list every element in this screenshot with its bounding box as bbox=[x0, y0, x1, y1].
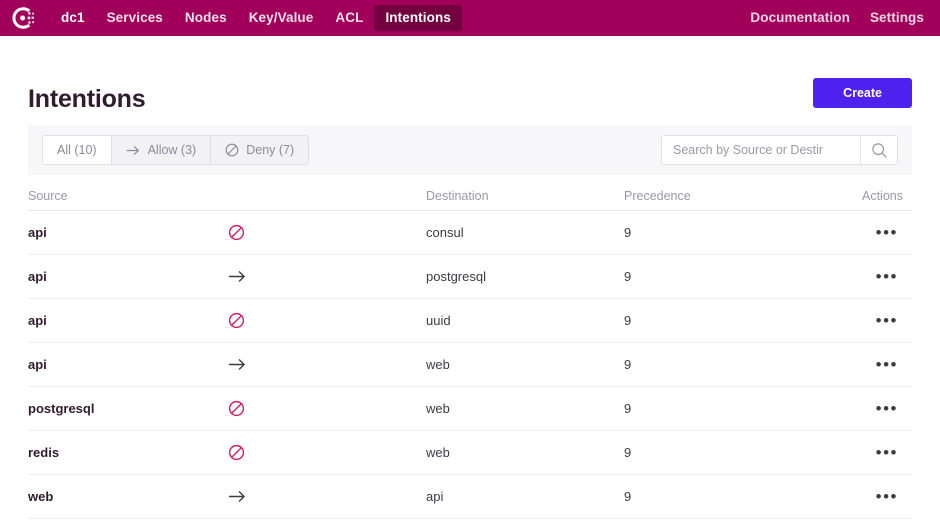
cell-intention-action bbox=[228, 224, 426, 241]
filter-tab-allow[interactable]: Allow (3) bbox=[112, 136, 212, 164]
filter-bar: All (10) Allow (3) Deny (7) bbox=[28, 125, 912, 175]
nav-item-documentation[interactable]: Documentation bbox=[740, 5, 860, 31]
filter-tab-allow-label: Allow (3) bbox=[147, 143, 197, 157]
search-icon bbox=[871, 142, 887, 158]
deny-icon bbox=[225, 143, 239, 157]
deny-icon bbox=[228, 312, 245, 329]
table-row[interactable]: web api 9 ••• bbox=[28, 475, 912, 519]
more-horizontal-icon[interactable]: ••• bbox=[874, 488, 900, 506]
cell-actions: ••• bbox=[862, 488, 912, 506]
consul-logo-icon[interactable] bbox=[10, 5, 36, 31]
nav-item-key-value[interactable]: Key/Value bbox=[238, 5, 325, 31]
table-row[interactable]: api web 9 ••• bbox=[28, 343, 912, 387]
cell-destination: uuid bbox=[426, 313, 451, 328]
page-title: Intentions bbox=[28, 85, 146, 113]
cell-source: web bbox=[28, 489, 54, 504]
column-header-destination: Destination bbox=[426, 188, 489, 203]
arrow-right-icon bbox=[125, 145, 139, 155]
cell-source: api bbox=[28, 313, 47, 328]
cell-source: api bbox=[28, 225, 47, 240]
table-row[interactable]: api consul 9 ••• bbox=[28, 211, 912, 255]
nav-item-dc1[interactable]: dc1 bbox=[50, 5, 96, 31]
search-input[interactable] bbox=[662, 136, 860, 164]
deny-icon bbox=[228, 444, 245, 461]
column-header-actions: Actions bbox=[862, 188, 903, 203]
cell-intention-action bbox=[228, 269, 426, 284]
cell-precedence: 9 bbox=[624, 445, 632, 460]
search-container bbox=[661, 135, 898, 165]
table-row[interactable]: api postgresql 9 ••• bbox=[28, 255, 912, 299]
arrow-right-icon bbox=[228, 491, 245, 502]
cell-source: api bbox=[28, 357, 47, 372]
cell-source: postgresql bbox=[28, 401, 95, 416]
cell-source: redis bbox=[28, 445, 60, 460]
cell-destination: consul bbox=[426, 225, 464, 240]
more-horizontal-icon[interactable]: ••• bbox=[874, 400, 900, 418]
cell-actions: ••• bbox=[862, 400, 912, 418]
column-header-source: Source bbox=[28, 188, 68, 203]
intention-filter-tabs: All (10) Allow (3) Deny (7) bbox=[42, 135, 310, 165]
page-container: Intentions Create All (10) Allow (3) Den… bbox=[0, 36, 940, 519]
table-row[interactable]: redis web 9 ••• bbox=[28, 431, 912, 475]
cell-precedence: 9 bbox=[624, 489, 632, 504]
search-button[interactable] bbox=[860, 136, 897, 164]
cell-intention-action bbox=[228, 312, 426, 329]
cell-intention-action bbox=[228, 400, 426, 417]
cell-destination: web bbox=[426, 357, 450, 372]
cell-precedence: 9 bbox=[624, 357, 632, 372]
more-horizontal-icon[interactable]: ••• bbox=[874, 224, 900, 242]
filter-tab-all[interactable]: All (10) bbox=[43, 136, 112, 164]
cell-destination: api bbox=[426, 489, 444, 504]
nav-item-services[interactable]: Services bbox=[96, 5, 174, 31]
nav-item-intentions[interactable]: Intentions bbox=[374, 5, 462, 31]
table-row[interactable]: api uuid 9 ••• bbox=[28, 299, 912, 343]
nav-right-group: Documentation Settings bbox=[740, 5, 924, 31]
nav-item-settings[interactable]: Settings bbox=[860, 5, 924, 31]
cell-actions: ••• bbox=[862, 356, 912, 374]
cell-source: api bbox=[28, 269, 47, 284]
cell-destination: postgresql bbox=[426, 269, 486, 284]
more-horizontal-icon[interactable]: ••• bbox=[874, 356, 900, 374]
create-button[interactable]: Create bbox=[813, 78, 912, 108]
cell-destination: web bbox=[426, 401, 450, 416]
page-header: Intentions Create bbox=[28, 36, 912, 125]
filter-tab-all-label: All (10) bbox=[57, 143, 97, 157]
cell-intention-action bbox=[228, 489, 426, 504]
deny-icon bbox=[228, 224, 245, 241]
cell-actions: ••• bbox=[862, 312, 912, 330]
more-horizontal-icon[interactable]: ••• bbox=[874, 444, 900, 462]
cell-precedence: 9 bbox=[624, 401, 632, 416]
nav-item-acl[interactable]: ACL bbox=[324, 5, 374, 31]
more-horizontal-icon[interactable]: ••• bbox=[874, 312, 900, 330]
table-row[interactable]: postgresql web 9 ••• bbox=[28, 387, 912, 431]
nav-left-group: dc1 Services Nodes Key/Value ACL Intenti… bbox=[10, 5, 740, 31]
deny-icon bbox=[228, 400, 245, 417]
cell-precedence: 9 bbox=[624, 269, 632, 284]
top-navigation-bar: dc1 Services Nodes Key/Value ACL Intenti… bbox=[0, 0, 940, 36]
cell-actions: ••• bbox=[862, 224, 912, 242]
arrow-right-icon bbox=[228, 359, 245, 370]
filter-tab-deny[interactable]: Deny (7) bbox=[211, 136, 308, 164]
arrow-right-icon bbox=[228, 271, 245, 282]
cell-destination: web bbox=[426, 445, 450, 460]
cell-actions: ••• bbox=[862, 268, 912, 286]
column-header-precedence: Precedence bbox=[624, 188, 691, 203]
table-body: api consul 9 ••• api postgresql 9 ••• api uuid 9 ••… bbox=[28, 211, 912, 519]
cell-intention-action bbox=[228, 444, 426, 461]
cell-precedence: 9 bbox=[624, 225, 632, 240]
more-horizontal-icon[interactable]: ••• bbox=[874, 268, 900, 286]
cell-actions: ••• bbox=[862, 444, 912, 462]
table-header-row: Source Destination Precedence Actions bbox=[28, 175, 912, 211]
filter-tab-deny-label: Deny (7) bbox=[246, 143, 295, 157]
cell-precedence: 9 bbox=[624, 313, 632, 328]
cell-intention-action bbox=[228, 357, 426, 372]
nav-item-nodes[interactable]: Nodes bbox=[174, 5, 238, 31]
intentions-table: Source Destination Precedence Actions ap… bbox=[28, 175, 912, 519]
